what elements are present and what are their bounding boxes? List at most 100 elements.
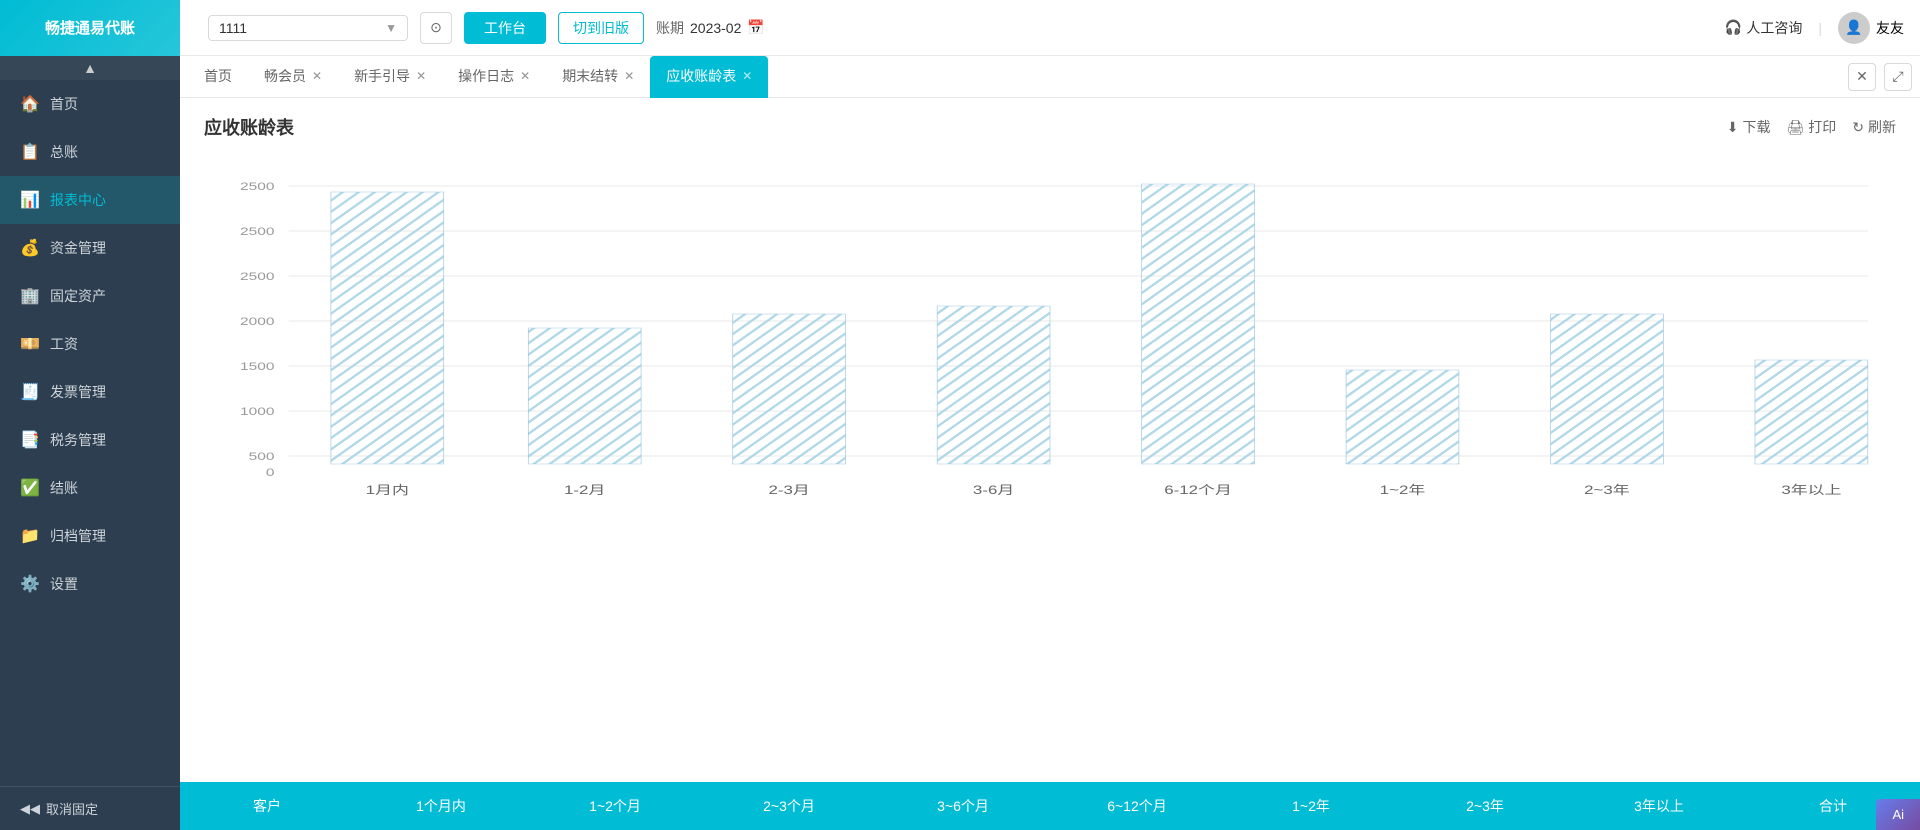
tab-操作日志[interactable]: 操作日志 ✕ xyxy=(442,56,546,98)
company-name: 1111 xyxy=(219,20,377,36)
sidebar-footer[interactable]: ◀◀ 取消固定 xyxy=(0,786,180,830)
tab-畅会员[interactable]: 畅会员✕ xyxy=(248,56,338,98)
bar-1-2月 xyxy=(528,328,641,464)
sidebar-item-报表中心[interactable]: 📊 报表中心 xyxy=(0,176,180,224)
chart-wrapper: 2500 2500 2500 2000 1500 1000 500 0 xyxy=(204,176,1896,516)
page-title: 应收账龄表 xyxy=(204,114,294,156)
sidebar-icon: ⚙️ xyxy=(20,574,40,594)
sidebar-item-归档管理[interactable]: 📁归档管理 xyxy=(0,512,180,560)
tab-close-icon[interactable]: ✕ xyxy=(520,69,530,83)
table-header-2~3个月: 2~3个月 xyxy=(702,796,876,816)
tab-应收账龄表[interactable]: 应收账龄表 ✕ xyxy=(650,56,768,98)
sidebar-item-首页[interactable]: 🏠首页 xyxy=(0,80,180,128)
header-right: 🎧 人工咨询 | 👤 友友 xyxy=(1725,12,1904,44)
sidebar-label: 资金管理 xyxy=(50,238,106,258)
svg-text:500: 500 xyxy=(249,450,275,462)
copy-icon: ⊙ xyxy=(430,19,442,36)
refresh-icon: ↻ xyxy=(1852,119,1864,136)
period-area: 账期 2023-02 📅 xyxy=(656,18,765,38)
tab-首页[interactable]: 首页 xyxy=(188,56,248,98)
svg-text:1000: 1000 xyxy=(240,405,274,417)
copy-button[interactable]: ⊙ xyxy=(420,12,452,44)
sidebar-item-工资[interactable]: 💴 工资 xyxy=(0,320,180,368)
sidebar-item-税务管理[interactable]: 📑 税务管理 xyxy=(0,416,180,464)
sidebar-icon: 🏢 xyxy=(20,286,40,306)
svg-text:1月内: 1月内 xyxy=(366,483,409,497)
tab-close-icon[interactable]: ✕ xyxy=(624,69,634,83)
tab-label: 操作日志 xyxy=(458,66,514,86)
sidebar-label: 工资 xyxy=(50,334,78,354)
workbench-button[interactable]: 工作台 xyxy=(464,12,546,44)
table-header-3年以上: 3年以上 xyxy=(1572,796,1746,816)
ai-badge[interactable]: Ai xyxy=(1876,799,1920,830)
close-all-tabs-button[interactable]: ✕ xyxy=(1848,63,1876,91)
page-content: 应收账龄表 ⬇ 下载 🖨 打印 ↻ 刷新 xyxy=(180,98,1920,830)
bar-1月内 xyxy=(331,192,444,464)
tab-label: 新手引导 xyxy=(354,66,410,86)
bar-3年以上 xyxy=(1755,360,1868,464)
sidebar-item-结账[interactable]: ✅结账 xyxy=(0,464,180,512)
user-name: 友友 xyxy=(1876,18,1904,38)
sidebar-label: 总账 xyxy=(50,142,78,162)
bar-2-3月 xyxy=(733,314,846,464)
company-select[interactable]: 1111 ▼ xyxy=(208,15,408,41)
sidebar-icon: 💴 xyxy=(20,334,40,354)
sidebar-label: 固定资产 xyxy=(50,286,106,306)
logo-text: 畅捷通易代账 xyxy=(45,17,135,38)
bar-3-6月 xyxy=(937,306,1050,464)
sidebar-item-资金管理[interactable]: 💰 资金管理 xyxy=(0,224,180,272)
sidebar-label: 税务管理 xyxy=(50,430,106,450)
consultation-area[interactable]: 🎧 人工咨询 xyxy=(1725,18,1802,38)
svg-text:3年以上: 3年以上 xyxy=(1781,483,1841,497)
user-area[interactable]: 👤 友友 xyxy=(1838,12,1904,44)
tab-新手引导[interactable]: 新手引导 ✕ xyxy=(338,56,442,98)
dropdown-arrow-icon: ▼ xyxy=(385,21,397,35)
table-header-6~12个月: 6~12个月 xyxy=(1050,796,1224,816)
fullscreen-button[interactable]: ⤢ xyxy=(1884,63,1912,91)
main-layout: ▲ 🏠首页 📋 总账 📊 报表中心 💰 资金管理 🏢 固定资产 💴 工资 🧾 发票管理 📑 税务管理 ✅结账📁… xyxy=(0,56,1920,830)
sidebar-icon: 🧾 xyxy=(20,382,40,402)
tab-close-icon[interactable]: ✕ xyxy=(312,69,322,83)
tabs-right-actions: ✕ ⤢ xyxy=(1848,63,1912,91)
sidebar-item-固定资产[interactable]: 🏢 固定资产 xyxy=(0,272,180,320)
consultation-label: 人工咨询 xyxy=(1746,18,1802,38)
refresh-button[interactable]: ↻ 刷新 xyxy=(1852,117,1896,137)
sidebar-label: 归档管理 xyxy=(50,526,106,546)
tab-期末结转[interactable]: 期末结转✕ xyxy=(546,56,650,98)
switch-version-button[interactable]: 切到旧版 xyxy=(558,12,644,44)
sidebar-label: 设置 xyxy=(50,574,78,594)
calendar-icon[interactable]: 📅 xyxy=(747,19,764,36)
tab-close-icon[interactable]: ✕ xyxy=(416,69,426,83)
cancel-pin-label: 取消固定 xyxy=(46,799,98,818)
svg-text:1500: 1500 xyxy=(240,360,274,372)
print-button[interactable]: 🖨 打印 xyxy=(1786,117,1836,137)
page-header: 应收账龄表 ⬇ 下载 🖨 打印 ↻ 刷新 xyxy=(180,98,1920,156)
sidebar-item-设置[interactable]: ⚙️ 设置 xyxy=(0,560,180,608)
period-value: 2023-02 xyxy=(690,20,741,36)
pin-icon: ◀◀ xyxy=(20,801,40,817)
svg-text:2-3月: 2-3月 xyxy=(768,484,809,497)
logo-area: 畅捷通易代账 xyxy=(0,0,180,56)
sidebar-item-总账[interactable]: 📋 总账 xyxy=(0,128,180,176)
avatar: 👤 xyxy=(1838,12,1870,44)
sidebar-icon: 📊 xyxy=(20,190,40,210)
sidebar-label: 发票管理 xyxy=(50,382,106,402)
chart-container: 2500 2500 2500 2000 1500 1000 500 0 xyxy=(180,156,1920,782)
tab-close-icon[interactable]: ✕ xyxy=(742,69,752,83)
bar-2-3年 xyxy=(1551,314,1664,464)
sidebar-item-发票管理[interactable]: 🧾 发票管理 xyxy=(0,368,180,416)
sidebar-icon: 📑 xyxy=(20,430,40,450)
table-header-2~3年: 2~3年 xyxy=(1398,796,1572,816)
print-icon: 🖨 xyxy=(1786,119,1804,136)
tab-label: 应收账龄表 xyxy=(666,66,736,86)
download-icon: ⬇ xyxy=(1727,119,1739,136)
sidebar-scroll-up[interactable]: ▲ xyxy=(0,56,180,80)
sidebar-icon: 📋 xyxy=(20,142,40,162)
content-area: 首页畅会员✕新手引导✕操作日志✕期末结转✕应收账龄表✕ ✕ ⤢ 应收账龄表 ⬇ … xyxy=(180,56,1920,830)
sidebar-label: 报表中心 xyxy=(50,190,106,210)
sidebar-icon: ✅ xyxy=(20,478,40,498)
period-label: 账期 xyxy=(656,18,684,38)
download-button[interactable]: ⬇ 下载 xyxy=(1727,117,1771,137)
sidebar-icon: 💰 xyxy=(20,238,40,258)
svg-text:2~3年: 2~3年 xyxy=(1584,483,1630,497)
